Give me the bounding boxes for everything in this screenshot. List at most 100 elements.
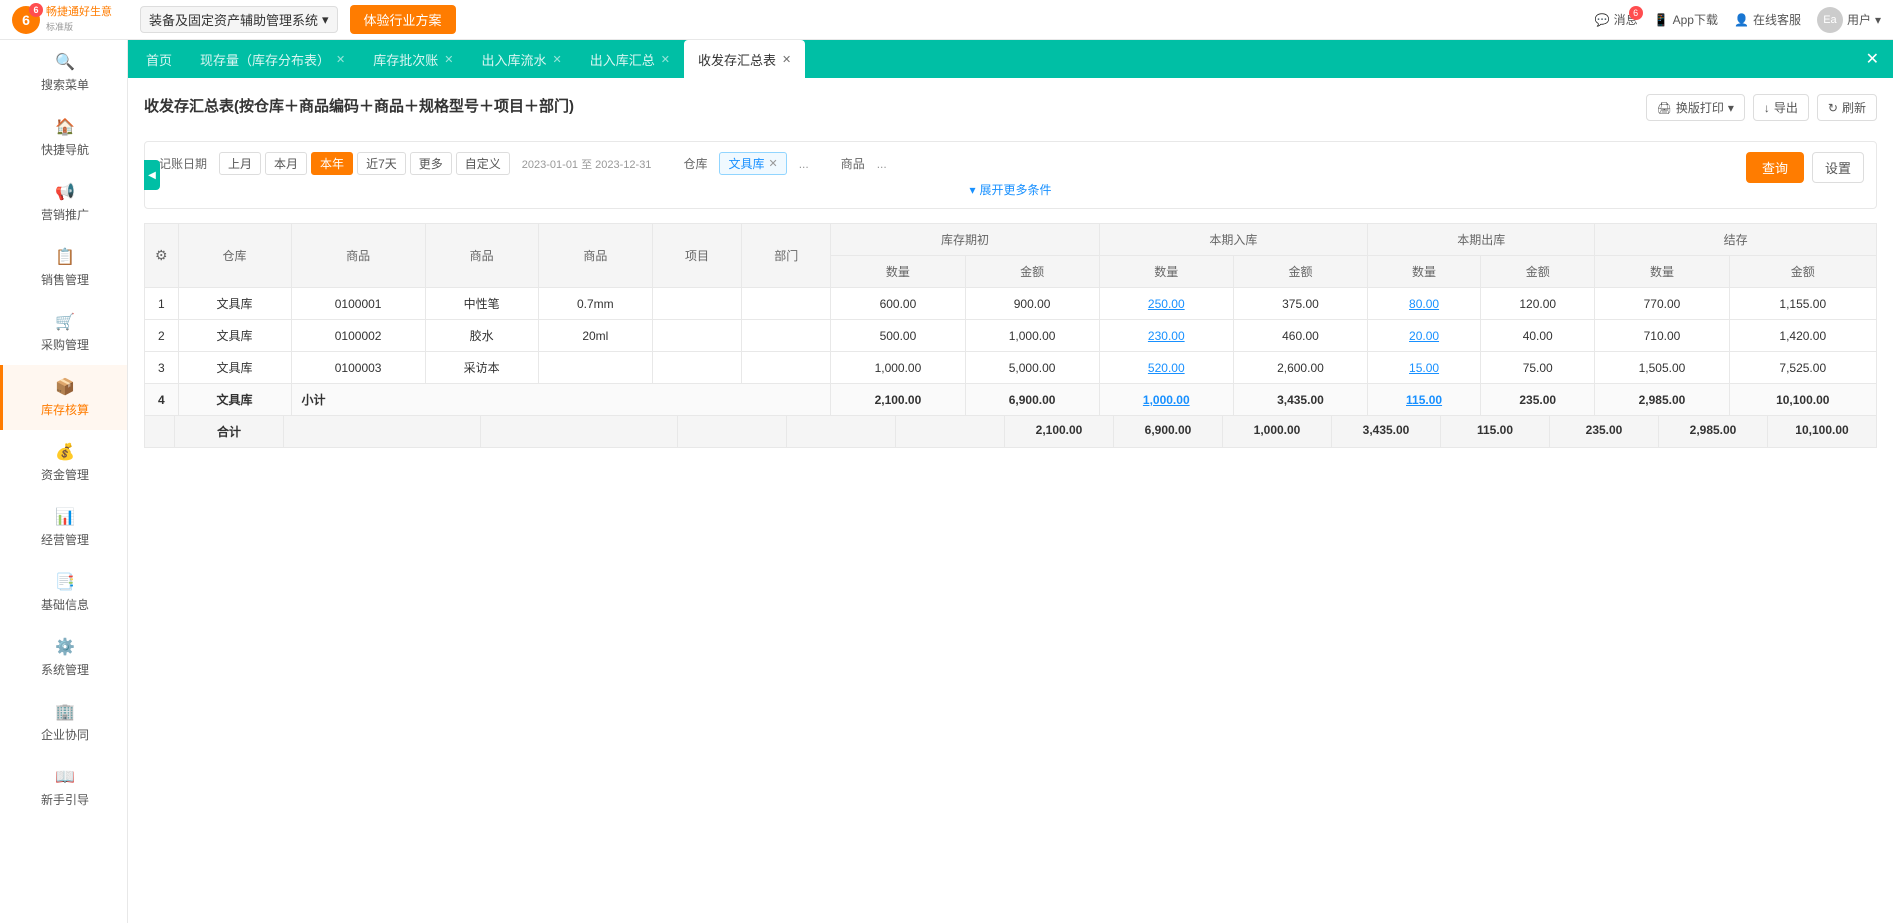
- cell-sub-in-qty[interactable]: 1,000.00: [1099, 384, 1233, 416]
- user-item[interactable]: Ea 用户 ▾: [1817, 7, 1881, 33]
- cell-warehouse-3: 文具库: [178, 352, 291, 384]
- sidebar-item-sales[interactable]: 📋 销售管理: [0, 235, 127, 300]
- cell-in-qty-2[interactable]: 230.00: [1099, 320, 1233, 352]
- sidebar-item-finance[interactable]: 💰 资金管理: [0, 430, 127, 495]
- date-btn-this-month[interactable]: 本月: [265, 152, 307, 175]
- query-button[interactable]: 查询: [1746, 152, 1804, 183]
- sidebar-item-base[interactable]: 📑 基础信息: [0, 560, 127, 625]
- settings-gear-icon[interactable]: ⚙: [155, 247, 168, 263]
- system-select[interactable]: 装备及固定资产辅助管理系统 ▾: [140, 6, 338, 33]
- cell-sub-out-qty[interactable]: 115.00: [1368, 384, 1481, 416]
- system-title-text: 装备及固定资产辅助管理系统: [149, 10, 318, 29]
- tab-inout-summary-close[interactable]: ✕: [661, 53, 670, 66]
- in-qty-link-3[interactable]: 520.00: [1148, 361, 1185, 375]
- cell-name-2: 胶水: [425, 320, 538, 352]
- cell-out-qty-3[interactable]: 15.00: [1368, 352, 1481, 384]
- sidebar-item-guide[interactable]: 📖 新手引导: [0, 755, 127, 820]
- warehouse-more-dots[interactable]: ...: [799, 157, 809, 171]
- footer-out-amt: 235.00: [1550, 416, 1659, 447]
- out-qty-link-1[interactable]: 80.00: [1409, 297, 1439, 311]
- cell-code-1: 0100001: [291, 288, 425, 320]
- tab-inventory-dist-label: 现存量（库存分布表）: [200, 50, 330, 69]
- brand-info: 畅捷通好生意 标准版: [46, 6, 112, 32]
- cell-in-amt-1: 375.00: [1233, 288, 1367, 320]
- top-actions: 🖨 换版打印 ▾ ↓ 导出 ↻ 刷新: [1646, 94, 1877, 121]
- date-btn-this-year[interactable]: 本年: [311, 152, 353, 175]
- in-qty-link-2[interactable]: 230.00: [1148, 329, 1185, 343]
- out-qty-link-3[interactable]: 15.00: [1409, 361, 1439, 375]
- date-btn-custom[interactable]: 自定义: [456, 152, 510, 175]
- trial-button[interactable]: 体验行业方案: [350, 5, 456, 34]
- date-btn-7days[interactable]: 近7天: [357, 152, 406, 175]
- sidebar-item-inventory[interactable]: 📦 库存核算: [0, 365, 127, 430]
- cell-balance-qty-1: 770.00: [1595, 288, 1729, 320]
- sidebar-item-quick-nav[interactable]: 🏠 快捷导航: [0, 105, 127, 170]
- sidebar-label-marketing: 营销推广: [41, 206, 89, 223]
- date-btn-last-month[interactable]: 上月: [219, 152, 261, 175]
- sidebar-item-purchase[interactable]: 🛒 采购管理: [0, 300, 127, 365]
- cell-sub-balance-amt: 10,100.00: [1729, 384, 1876, 416]
- cell-balance-amt-3: 7,525.00: [1729, 352, 1876, 384]
- cell-in-qty-3[interactable]: 520.00: [1099, 352, 1233, 384]
- table-row: 3 文具库 0100003 采访本 1,000.00 5,000.00 520.…: [145, 352, 1877, 384]
- cell-out-qty-1[interactable]: 80.00: [1368, 288, 1481, 320]
- sidebar-item-marketing[interactable]: 📢 营销推广: [0, 170, 127, 235]
- tab-inventory-dist-close[interactable]: ✕: [336, 53, 345, 66]
- sub-in-qty-link[interactable]: 1,000.00: [1143, 393, 1190, 407]
- cell-spec-2: 20ml: [538, 320, 652, 352]
- tab-inout-summary[interactable]: 出入库汇总 ✕: [576, 40, 684, 78]
- cell-dept-3: [742, 352, 831, 384]
- tab-inventory-dist[interactable]: 现存量（库存分布表） ✕: [186, 40, 359, 78]
- online-service-item[interactable]: 👤 在线客服: [1734, 11, 1801, 28]
- notification-item[interactable]: 💬 消息 6: [1595, 11, 1638, 28]
- sidebar-item-search[interactable]: 🔍 搜索菜单: [0, 40, 127, 105]
- export-button[interactable]: ↓ 导出: [1753, 94, 1809, 121]
- footer-balance-qty: 2,985.00: [1659, 416, 1768, 447]
- filter-collapse-button[interactable]: ◀: [144, 160, 160, 190]
- th-in-amt: 金额: [1233, 256, 1367, 288]
- cell-balance-qty-3: 1,505.00: [1595, 352, 1729, 384]
- th-warehouse: 仓库: [178, 224, 291, 288]
- th-period-out: 本期出库: [1368, 224, 1595, 256]
- sidebar-item-system[interactable]: ⚙️ 系统管理: [0, 625, 127, 690]
- tab-flow-close[interactable]: ✕: [553, 53, 562, 66]
- app-download-item[interactable]: 📱 App下载: [1654, 11, 1718, 28]
- tab-receive-summary[interactable]: 收发存汇总表 ✕: [684, 40, 805, 78]
- tab-batch-close[interactable]: ✕: [444, 53, 453, 66]
- expand-more-btn[interactable]: ▾ 展开更多条件: [159, 181, 1862, 198]
- warehouse-tag-close[interactable]: ✕: [768, 157, 777, 170]
- th-goods-name: 商品: [425, 224, 538, 288]
- in-qty-link-1[interactable]: 250.00: [1148, 297, 1185, 311]
- table-row: 2 文具库 0100002 胶水 20ml 500.00 1,000.00 23…: [145, 320, 1877, 352]
- logo-badge: 6: [29, 3, 43, 17]
- cell-sub-in-amt: 3,435.00: [1233, 384, 1367, 416]
- goods-filter-label: 商品: [841, 155, 865, 172]
- th-out-amt: 金额: [1481, 256, 1595, 288]
- print-button[interactable]: 🖨 换版打印 ▾: [1646, 94, 1745, 121]
- date-shortcuts: 上月 本月 本年 近7天 更多 自定义: [219, 152, 510, 175]
- filter-row: 记账日期 上月 本月 本年 近7天 更多 自定义 2023-01-01 至 20…: [159, 152, 1862, 175]
- setting-button[interactable]: 设置: [1812, 152, 1864, 183]
- tab-bar-close-icon[interactable]: ✕: [1856, 49, 1889, 69]
- sidebar-label-inventory: 库存核算: [41, 401, 89, 418]
- refresh-button[interactable]: ↻ 刷新: [1817, 94, 1877, 121]
- tab-flow[interactable]: 出入库流水 ✕: [467, 40, 575, 78]
- tab-home[interactable]: 首页: [132, 40, 186, 78]
- export-icon: ↓: [1764, 101, 1770, 115]
- goods-more-dots[interactable]: ...: [877, 157, 887, 171]
- date-btn-more[interactable]: 更多: [410, 152, 452, 175]
- tab-batch[interactable]: 库存批次账 ✕: [359, 40, 467, 78]
- sidebar-item-business[interactable]: 📊 经营管理: [0, 495, 127, 560]
- cell-in-amt-2: 460.00: [1233, 320, 1367, 352]
- tab-receive-summary-close[interactable]: ✕: [782, 53, 791, 66]
- sidebar-label-system: 系统管理: [41, 661, 89, 678]
- sidebar: 🔍 搜索菜单 🏠 快捷导航 📢 营销推广 📋 销售管理 🛒 采购管理 📦 库存核…: [0, 40, 128, 923]
- sub-out-qty-link[interactable]: 115.00: [1406, 393, 1442, 407]
- out-qty-link-2[interactable]: 20.00: [1409, 329, 1439, 343]
- cell-in-qty-1[interactable]: 250.00: [1099, 288, 1233, 320]
- tab-bar: 首页 现存量（库存分布表） ✕ 库存批次账 ✕ 出入库流水 ✕ 出入库汇总 ✕ …: [128, 40, 1893, 78]
- cell-begin-qty-2: 500.00: [831, 320, 965, 352]
- sidebar-item-enterprise[interactable]: 🏢 企业协同: [0, 690, 127, 755]
- cell-out-qty-2[interactable]: 20.00: [1368, 320, 1481, 352]
- cell-begin-amt-1: 900.00: [965, 288, 1099, 320]
